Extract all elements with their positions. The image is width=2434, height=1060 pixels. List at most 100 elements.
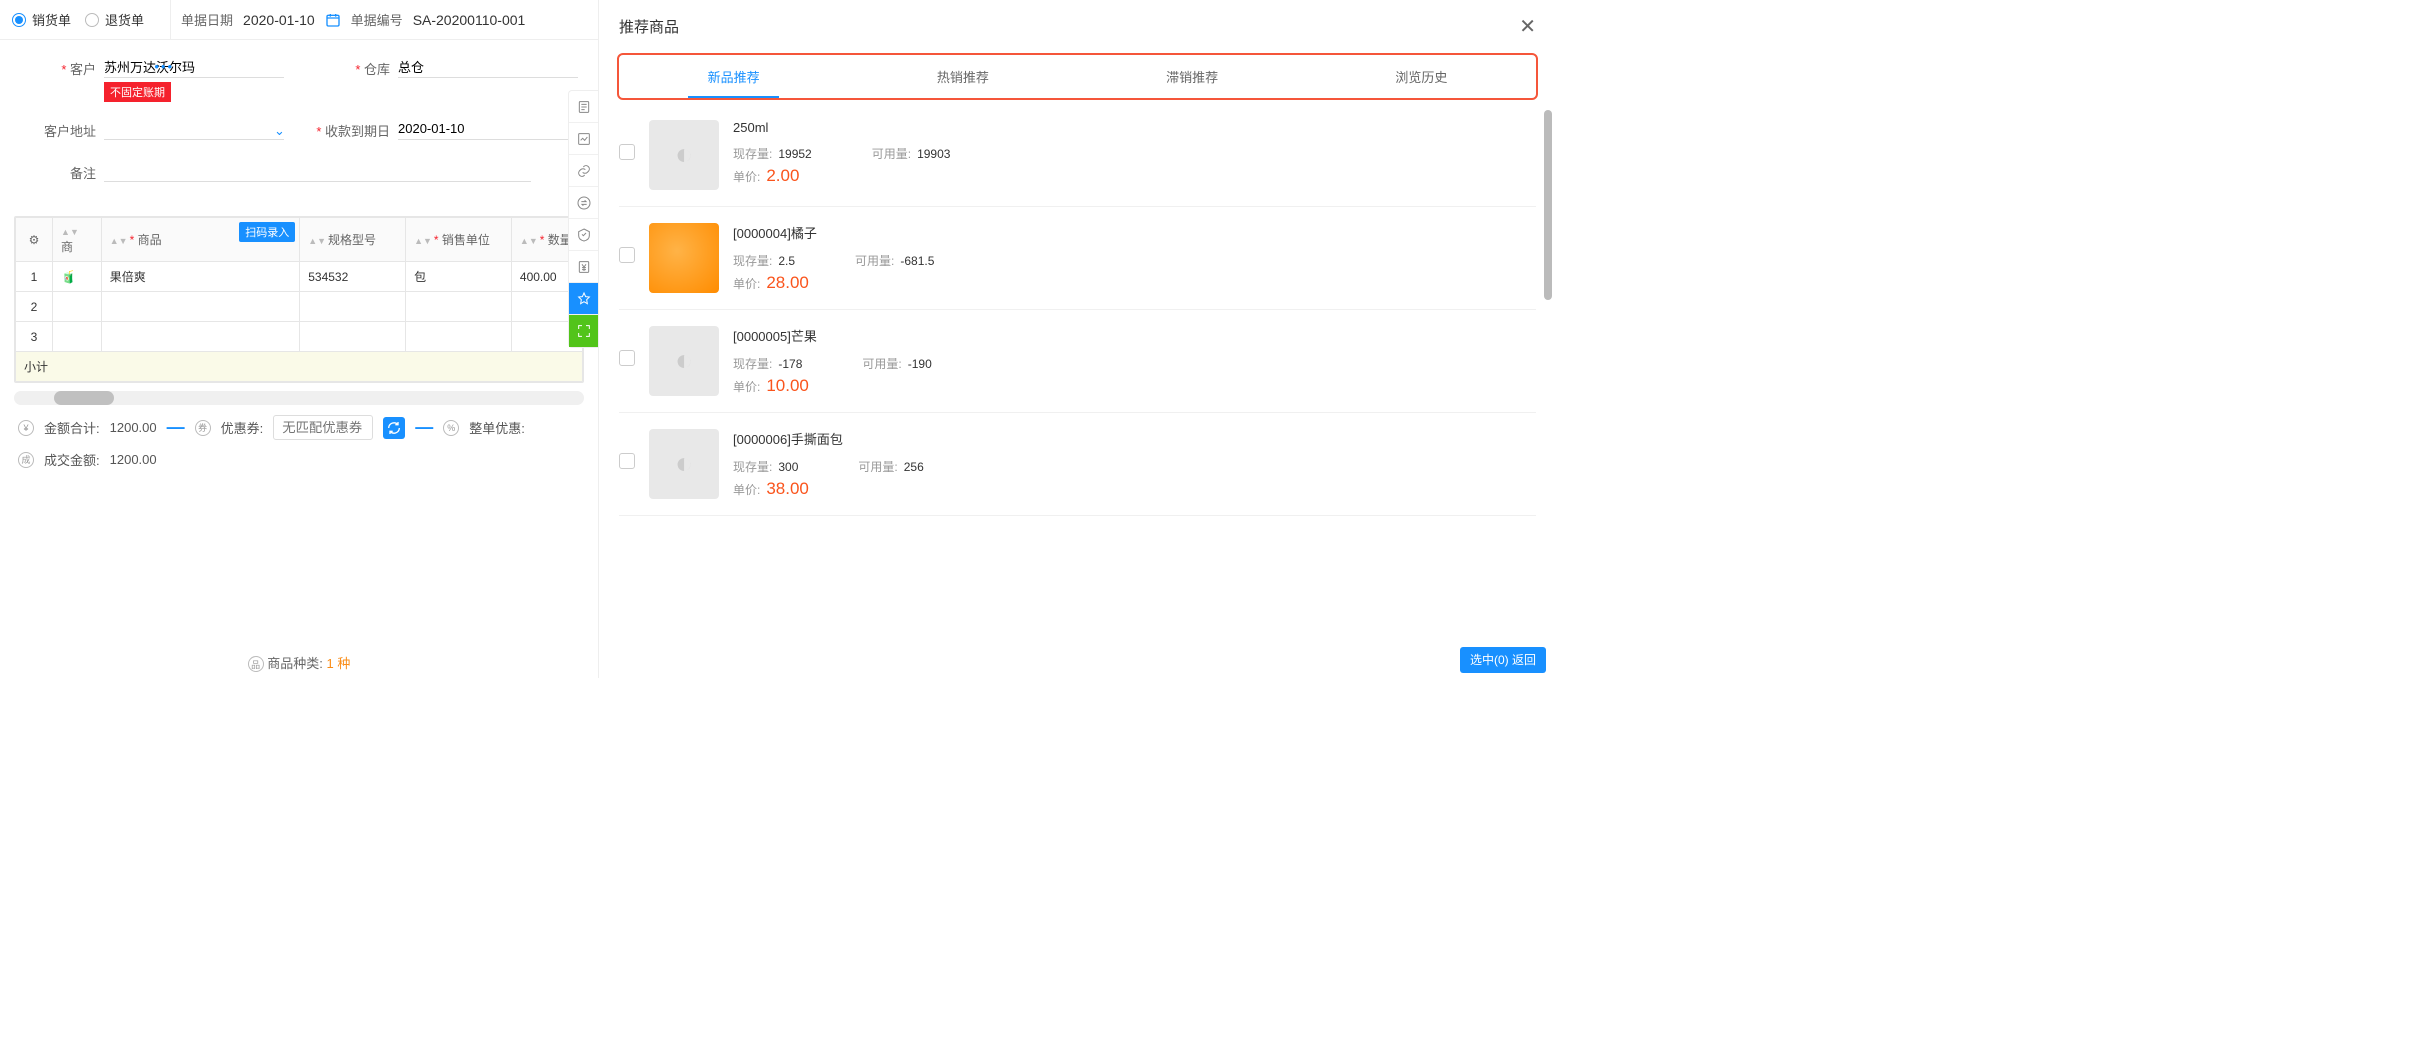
product-name: [0000004]橘子 — [733, 223, 1536, 242]
col-unit[interactable]: 销售单位 — [442, 233, 490, 247]
remark-input[interactable] — [104, 160, 531, 182]
addr-input[interactable] — [104, 118, 284, 140]
doc-date[interactable]: 2020-01-10 — [243, 12, 315, 28]
warehouse-input[interactable] — [398, 56, 578, 78]
rec-tab-slow[interactable]: 滞销推荐 — [1078, 55, 1307, 98]
minus-icon: — — [167, 417, 185, 438]
tool-swap-icon[interactable] — [569, 187, 598, 219]
tool-sidebar — [568, 90, 598, 348]
price-label: 单价: — [733, 170, 760, 184]
amount-value: 1200.00 — [110, 420, 157, 435]
product-name: 250ml — [733, 120, 1536, 135]
product-thumb: ◐ — [649, 326, 719, 396]
coupon-input[interactable] — [273, 415, 373, 440]
rec-item[interactable]: ◐ 250ml 现存量:19952 可用量:19903 单价:2.00 — [619, 104, 1536, 207]
minus-icon: — — [415, 417, 433, 438]
col-img[interactable]: 商 — [61, 240, 73, 254]
warehouse-label: 仓库 — [314, 56, 390, 78]
coupon-icon: 券 — [195, 420, 211, 436]
coupon-label: 优惠券: — [221, 418, 264, 437]
product-thumb: ◐ — [649, 429, 719, 499]
tab-sales[interactable]: 销货单 — [12, 10, 71, 29]
stock-value: 300 — [778, 460, 798, 474]
v-scrollbar[interactable] — [1544, 110, 1552, 300]
customer-input[interactable] — [104, 56, 284, 78]
price-value: 28.00 — [766, 273, 809, 292]
customer-lookup-icon[interactable]: ••• — [154, 59, 174, 74]
rec-tab-new[interactable]: 新品推荐 — [619, 55, 848, 98]
tool-currency-icon[interactable] — [569, 251, 598, 283]
doc-num: SA-20200110-001 — [413, 12, 526, 28]
table-row[interactable]: 3 — [16, 322, 583, 352]
gear-icon[interactable]: ⚙ — [16, 218, 53, 262]
stock-label: 现存量: — [733, 357, 772, 371]
due-input[interactable] — [398, 118, 578, 140]
col-spec[interactable]: 规格型号 — [328, 233, 376, 247]
rec-checkbox[interactable] — [619, 247, 635, 263]
table-row[interactable]: 2 — [16, 292, 583, 322]
refresh-icon[interactable] — [383, 417, 405, 439]
deal-icon: 成 — [18, 452, 34, 468]
rec-tabs: 新品推荐 热销推荐 滞销推荐 浏览历史 — [617, 53, 1538, 100]
radio-icon — [85, 13, 99, 27]
tool-expand-icon[interactable] — [569, 315, 598, 347]
avail-value: -681.5 — [900, 254, 934, 268]
price-label: 单价: — [733, 380, 760, 394]
calendar-icon[interactable] — [325, 12, 341, 28]
stock-label: 现存量: — [733, 147, 772, 161]
deal-value: 1200.00 — [110, 452, 157, 467]
product-name: [0000006]手撕面包 — [733, 429, 1536, 448]
stock-label: 现存量: — [733, 254, 772, 268]
col-product[interactable]: 商品 — [138, 233, 162, 247]
customer-label: 客户 — [20, 56, 96, 78]
tool-note-icon[interactable] — [569, 91, 598, 123]
rec-checkbox[interactable] — [619, 453, 635, 469]
due-label: 收款到期日 — [314, 118, 390, 140]
customer-badge: 不固定账期 — [104, 82, 171, 102]
price-value: 2.00 — [766, 166, 799, 185]
product-thumb — [649, 223, 719, 293]
tab-return[interactable]: 退货单 — [85, 10, 144, 29]
deal-label: 成交金额: — [44, 450, 100, 469]
h-scrollbar[interactable] — [14, 391, 584, 405]
rec-item[interactable]: ◐ [0000006]手撕面包 现存量:300 可用量:256 单价:38.00 — [619, 413, 1536, 516]
rec-item[interactable]: ◐ [0000005]芒果 现存量:-178 可用量:-190 单价:10.00 — [619, 310, 1536, 413]
chevron-down-icon[interactable]: ⌄ — [274, 123, 285, 139]
radio-icon — [12, 13, 26, 27]
tool-bag-icon[interactable] — [569, 219, 598, 251]
price-label: 单价: — [733, 483, 760, 497]
kinds-suffix: 种 — [337, 656, 350, 671]
avail-label: 可用量: — [862, 357, 901, 371]
close-icon[interactable]: ✕ — [1519, 14, 1536, 39]
price-value: 38.00 — [766, 479, 809, 498]
scan-button[interactable]: 扫码录入 — [239, 222, 295, 242]
amount-label: 金额合计: — [44, 418, 100, 437]
product-thumb: ◐ — [649, 120, 719, 190]
avail-value: 256 — [904, 460, 924, 474]
discount-icon: % — [443, 420, 459, 436]
tool-chart-icon[interactable] — [569, 123, 598, 155]
table-row[interactable]: 1🧃果倍爽534532包400.00 — [16, 262, 583, 292]
rec-checkbox[interactable] — [619, 350, 635, 366]
kinds-icon: 品 — [248, 656, 264, 672]
product-name: [0000005]芒果 — [733, 326, 1536, 345]
tab-return-label: 退货单 — [105, 10, 144, 29]
avail-label: 可用量: — [855, 254, 894, 268]
kinds-value: 1 — [327, 656, 334, 671]
rec-tab-history[interactable]: 浏览历史 — [1307, 55, 1536, 98]
rec-tab-hot[interactable]: 热销推荐 — [848, 55, 1077, 98]
price-value: 10.00 — [766, 376, 809, 395]
addr-label: 客户地址 — [20, 118, 96, 140]
select-return-button[interactable]: 选中(0) 返回 — [1460, 647, 1546, 673]
stock-label: 现存量: — [733, 460, 772, 474]
avail-value: -190 — [908, 357, 932, 371]
doc-date-label: 单据日期 — [181, 10, 233, 29]
avail-label: 可用量: — [872, 147, 911, 161]
rec-checkbox[interactable] — [619, 144, 635, 160]
avail-value: 19903 — [917, 147, 950, 161]
tool-star-icon[interactable] — [569, 283, 598, 315]
remark-label: 备注 — [20, 160, 96, 182]
tool-link-icon[interactable] — [569, 155, 598, 187]
rec-item[interactable]: [0000004]橘子 现存量:2.5 可用量:-681.5 单价:28.00 — [619, 207, 1536, 310]
rec-title: 推荐商品 — [619, 16, 679, 37]
